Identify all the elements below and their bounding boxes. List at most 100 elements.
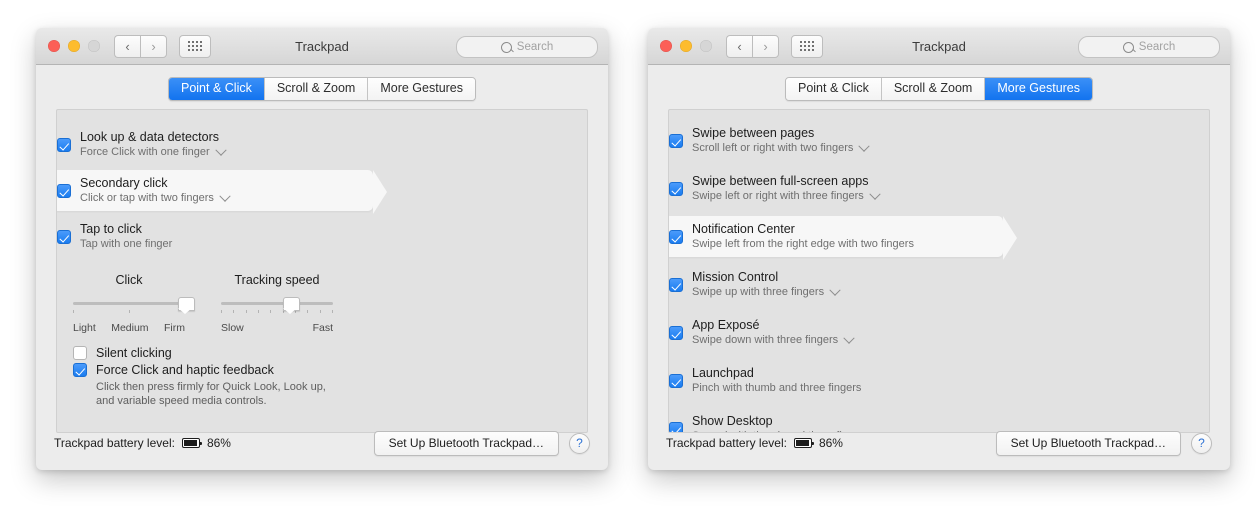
option-text: Look up & data detectors Force Click with… xyxy=(80,129,227,160)
tab-scroll-zoom[interactable]: Scroll & Zoom xyxy=(881,78,986,100)
slider-end-label: Fast xyxy=(312,322,333,334)
option-row[interactable]: Swipe between pages Scroll left or right … xyxy=(669,120,969,161)
chevron-down-icon[interactable] xyxy=(869,188,881,200)
option-row-content: Tap to click Tap with one finger xyxy=(57,221,172,252)
checkbox-row[interactable]: Force Click and haptic feedback xyxy=(73,363,339,377)
option-row[interactable]: Secondary click Click or tap with two fin… xyxy=(57,170,387,214)
zoom-button-icon[interactable] xyxy=(700,40,712,52)
checkbox-checked[interactable] xyxy=(669,230,683,244)
back-button[interactable]: ‹ xyxy=(726,34,752,58)
forward-button[interactable]: › xyxy=(752,34,779,58)
close-button-icon[interactable] xyxy=(48,40,60,52)
option-row[interactable]: App Exposé Swipe down with three fingers xyxy=(669,312,969,353)
battery-percent: 86% xyxy=(818,436,843,450)
checkbox-checked[interactable] xyxy=(57,138,71,152)
set-up-bluetooth-trackpad-button[interactable]: Set Up Bluetooth Trackpad… xyxy=(373,430,559,456)
option-row[interactable]: Look up & data detectors Force Click with… xyxy=(57,124,339,165)
checkbox-unchecked[interactable] xyxy=(73,346,87,360)
tab-more-gestures[interactable]: More Gestures xyxy=(985,78,1093,100)
chevron-down-icon[interactable] xyxy=(214,144,227,156)
search-field[interactable]: Search xyxy=(1078,36,1220,58)
tab-point-click[interactable]: Point & Click xyxy=(785,78,882,100)
checkbox-note: Click then press firmly for Quick Look, … xyxy=(96,381,326,407)
search-placeholder: Search xyxy=(1138,41,1176,53)
footer-actions: Set Up Bluetooth Trackpad…? xyxy=(373,430,590,456)
grid-dot xyxy=(812,45,814,47)
grid-dot xyxy=(200,45,202,47)
tab-bar: Point & Click Scroll & Zoom More Gestures xyxy=(648,65,1230,103)
grid-dot xyxy=(804,41,806,43)
option-subtitle-row: Click or tap with two fingers xyxy=(80,190,231,206)
option-subtitle-row: Force Click with one finger xyxy=(80,144,227,160)
show-all-button[interactable] xyxy=(791,34,823,58)
grid-dot xyxy=(196,41,198,43)
settings-pane: Look up & data detectors Force Click with… xyxy=(56,109,588,433)
grid-dot xyxy=(800,45,802,47)
option-row[interactable]: Swipe between full-screen apps Swipe left… xyxy=(669,168,969,209)
slider-handle[interactable] xyxy=(282,297,300,315)
option-subtitle-row: Swipe left from the right edge with two … xyxy=(692,237,914,252)
forward-button[interactable]: › xyxy=(140,34,167,58)
checkbox-checked[interactable] xyxy=(669,326,683,340)
checkbox-checked[interactable] xyxy=(669,134,683,148)
checkbox-checked[interactable] xyxy=(57,230,71,244)
slider-track xyxy=(73,302,185,305)
option-row[interactable]: Tap to click Tap with one finger xyxy=(57,216,339,257)
help-button[interactable]: ? xyxy=(1191,432,1212,454)
preferences-window-left: ‹ › Trackpad Search Point & Click Scroll & Zo… xyxy=(36,28,608,470)
slider-tick xyxy=(270,310,272,313)
chevron-down-icon[interactable] xyxy=(843,332,855,344)
slider-ticks xyxy=(221,310,333,313)
checkbox-checked[interactable] xyxy=(669,278,683,292)
search-icon xyxy=(500,41,512,53)
battery-status: Trackpad battery level: 86% xyxy=(666,436,843,450)
option-title: Swipe between full-screen apps xyxy=(692,174,869,188)
option-subtitle-row: Swipe down with three fingers xyxy=(692,332,855,348)
slider-ticks xyxy=(73,310,185,313)
close-button-icon[interactable] xyxy=(660,40,672,52)
option-title: Look up & data detectors xyxy=(80,130,219,144)
grid-dot xyxy=(804,49,806,51)
slider-end-label: Medium xyxy=(111,322,149,334)
zoom-button-icon[interactable] xyxy=(88,40,100,52)
chevron-down-icon[interactable] xyxy=(829,284,841,296)
slider-tick xyxy=(233,310,235,313)
option-subtitle: Swipe up with three fingers xyxy=(692,286,825,298)
checkbox-row[interactable]: Silent clicking xyxy=(73,346,339,360)
minimize-button-icon[interactable] xyxy=(68,40,80,52)
option-row[interactable]: Notification Center Swipe left from the r… xyxy=(669,216,1017,260)
checkbox-checked[interactable] xyxy=(669,374,683,388)
slider-handle[interactable] xyxy=(177,297,195,315)
slider-track-wrap[interactable] xyxy=(221,297,333,315)
search-field[interactable]: Search xyxy=(456,36,598,58)
slider-tick xyxy=(221,310,222,313)
chevron-down-icon[interactable] xyxy=(219,190,231,202)
checkbox-checked[interactable] xyxy=(73,363,87,377)
checkbox-checked[interactable] xyxy=(669,182,683,196)
battery-fill xyxy=(183,440,197,446)
minimize-button-icon[interactable] xyxy=(680,40,692,52)
tab-more-gestures[interactable]: More Gestures xyxy=(368,78,476,100)
set-up-bluetooth-trackpad-button[interactable]: Set Up Bluetooth Trackpad… xyxy=(995,430,1181,456)
option-row-content: Notification Center Swipe left from the r… xyxy=(669,221,914,252)
option-row-content: Swipe between full-screen apps Swipe left… xyxy=(669,173,881,204)
show-all-button[interactable] xyxy=(179,34,211,58)
help-button[interactable]: ? xyxy=(569,432,590,454)
grid-dot xyxy=(812,49,814,51)
chevron-down-icon[interactable] xyxy=(858,140,871,152)
option-subtitle: Swipe left or right with three fingers xyxy=(692,190,864,202)
slider-end-label: Firm xyxy=(163,322,185,334)
checkbox-checked[interactable] xyxy=(57,184,71,198)
back-button[interactable]: ‹ xyxy=(114,34,140,58)
option-subtitle: Swipe down with three fingers xyxy=(692,334,839,346)
option-title: Secondary click xyxy=(80,176,168,190)
option-row[interactable]: Mission Control Swipe up with three finge… xyxy=(669,264,969,305)
option-text: Tap to click Tap with one finger xyxy=(80,221,172,252)
option-title: Swipe between pages xyxy=(692,126,815,140)
checkbox-checked[interactable] xyxy=(669,422,683,432)
slider-track-wrap[interactable] xyxy=(73,297,195,315)
tab-point-click[interactable]: Point & Click xyxy=(168,78,265,100)
tab-scroll-zoom[interactable]: Scroll & Zoom xyxy=(264,78,369,100)
option-title: Mission Control xyxy=(692,270,779,284)
option-row[interactable]: Launchpad Pinch with thumb and three fing… xyxy=(669,360,969,401)
